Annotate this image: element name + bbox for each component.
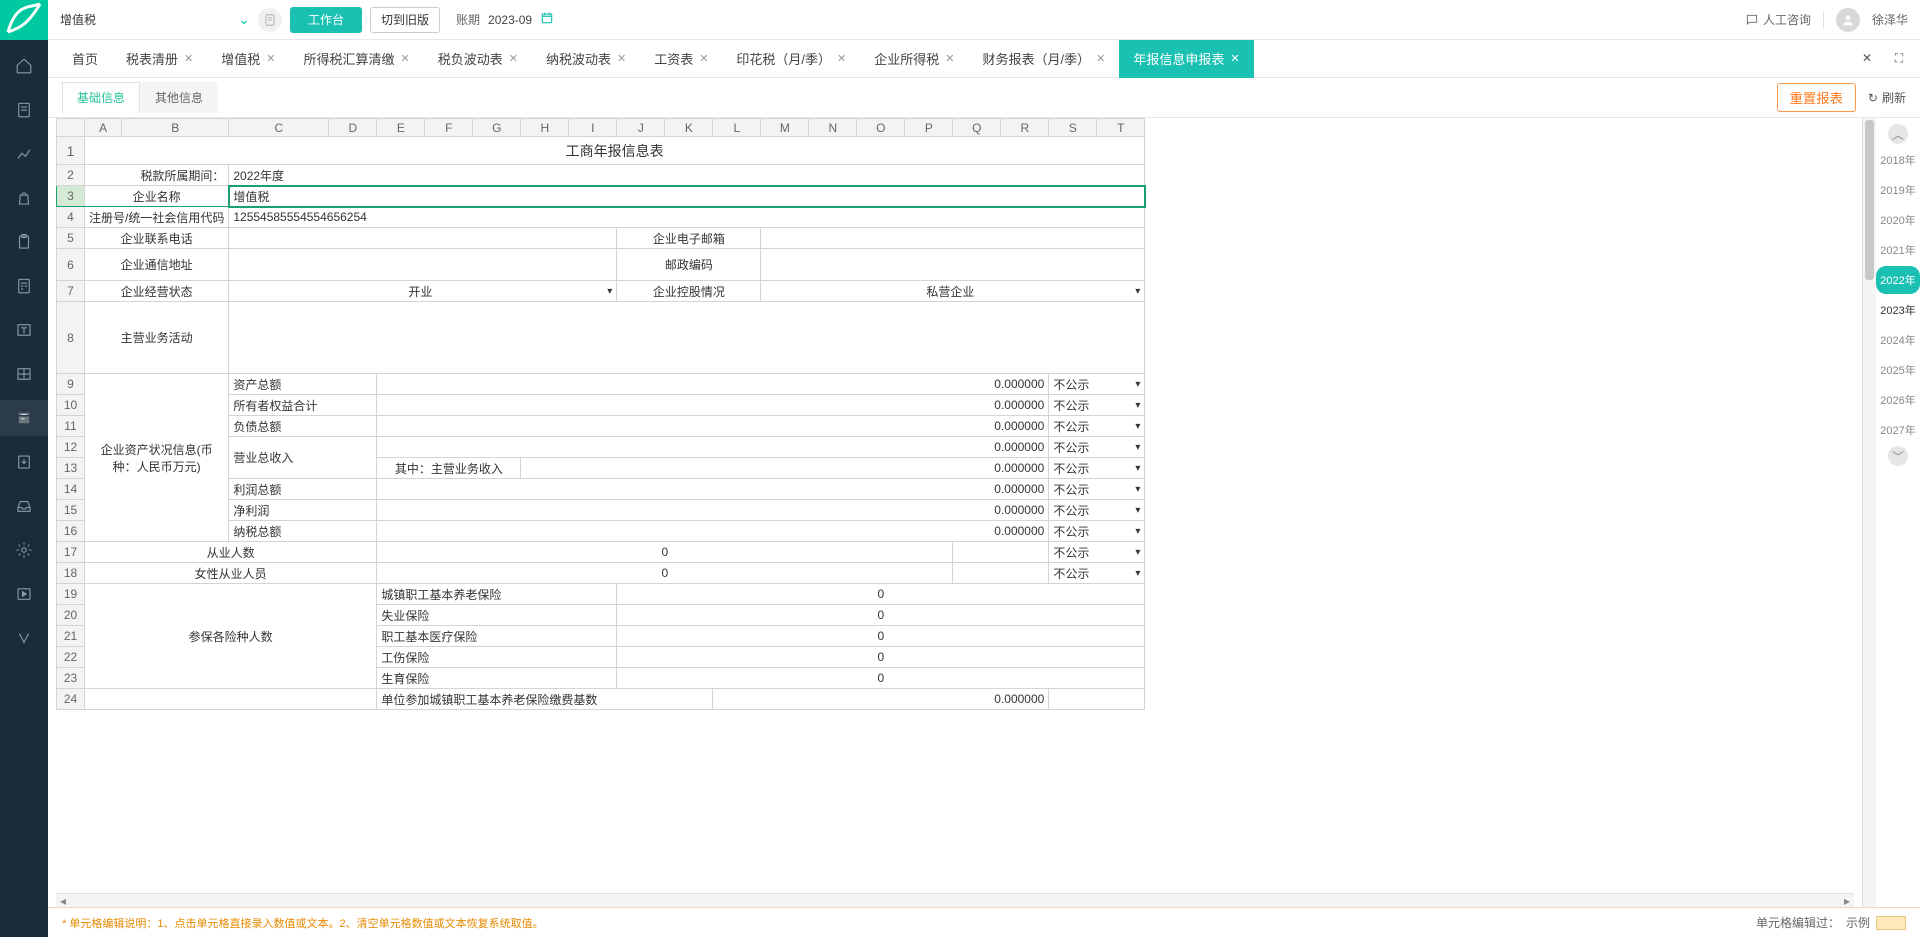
year-2018[interactable]: 2018年 (1876, 146, 1919, 174)
period-value[interactable]: 2023-09 (488, 13, 532, 27)
close-icon[interactable]: ✕ (401, 52, 410, 65)
tab-vat[interactable]: 增值税✕ (207, 40, 289, 78)
nav-play-icon[interactable] (0, 576, 48, 612)
nav-calc-icon[interactable] (0, 268, 48, 304)
nav-t-icon[interactable] (0, 312, 48, 348)
user-name[interactable]: 徐泽华 (1872, 11, 1908, 28)
year-2021[interactable]: 2021年 (1876, 236, 1919, 264)
expand-icon[interactable]: ⛶ (1888, 51, 1910, 66)
close-icon[interactable]: ✕ (1096, 52, 1105, 65)
nav-doc-icon[interactable] (0, 92, 48, 128)
caret-down-icon: ▾ (607, 286, 612, 297)
scroll-right-icon[interactable]: ▸ (1840, 894, 1854, 908)
tab-income-settle[interactable]: 所得税汇算清缴✕ (289, 40, 423, 78)
edit-legend-example: 示例 (1846, 914, 1870, 931)
tab-tax-list[interactable]: 税表清册✕ (112, 40, 207, 78)
year-down-button[interactable]: ﹀ (1888, 446, 1908, 466)
close-all-icon[interactable]: ✕ (1856, 51, 1878, 66)
tab-tax-burden[interactable]: 税负波动表✕ (424, 40, 532, 78)
scroll-thumb[interactable] (1865, 120, 1874, 280)
caret-down-icon: ▾ (1135, 286, 1140, 297)
close-icon[interactable]: ✕ (617, 52, 626, 65)
close-icon[interactable]: ✕ (945, 52, 954, 65)
app-logo (0, 0, 48, 40)
nav-bag-icon[interactable] (0, 180, 48, 216)
year-2025[interactable]: 2025年 (1876, 356, 1919, 384)
tab-home[interactable]: 首页 (58, 40, 112, 78)
subtab-basic[interactable]: 基础信息 (62, 82, 140, 113)
tab-tax-pay[interactable]: 纳税波动表✕ (532, 40, 640, 78)
refresh-button[interactable]: ↻ 刷新 (1868, 89, 1906, 106)
year-2019[interactable]: 2019年 (1876, 176, 1919, 204)
corner-cell[interactable] (57, 119, 85, 137)
refresh-icon: ↻ (1868, 91, 1878, 105)
workspace-button[interactable]: 工作台 (290, 7, 362, 33)
company-name-cell[interactable]: 增值税 (229, 186, 1145, 207)
nav-grid-icon[interactable] (0, 356, 48, 392)
nav-inbox-icon[interactable] (0, 488, 48, 524)
year-2022[interactable]: 2022年 (1876, 266, 1919, 294)
spreadsheet[interactable]: ABC DEF GHI JKL MNO PQR ST 1工商年报信息表 (56, 118, 1854, 893)
nav-v-icon[interactable] (0, 620, 48, 656)
company-name: 增值税 (60, 11, 96, 28)
nav-report-icon[interactable] (0, 400, 48, 436)
edit-swatch (1876, 916, 1906, 930)
sub-toolbar: 基础信息 其他信息 重置报表 ↻ 刷新 (48, 78, 1920, 118)
year-up-button[interactable]: ︿ (1888, 124, 1908, 144)
calendar-icon[interactable] (540, 11, 554, 28)
year-2026[interactable]: 2026年 (1876, 386, 1919, 414)
year-2024[interactable]: 2024年 (1876, 326, 1919, 354)
close-icon[interactable]: ✕ (184, 52, 193, 65)
horizontal-scrollbar[interactable]: ◂ ▸ (56, 893, 1854, 907)
edit-legend-label: 单元格编辑过： (1756, 914, 1840, 931)
period-label: 账期 (456, 11, 480, 28)
switch-old-button[interactable]: 切到旧版 (370, 7, 440, 33)
sheet-title: 工商年报信息表 (85, 137, 1145, 165)
tabs-bar: 首页 税表清册✕ 增值税✕ 所得税汇算清缴✕ 税负波动表✕ 纳税波动表✕ 工资表… (48, 40, 1920, 78)
holding-select[interactable]: 私营企业▾ (761, 281, 1145, 302)
tab-salary[interactable]: 工资表✕ (640, 40, 722, 78)
note-button[interactable] (258, 8, 282, 32)
topbar: 增值税 ⌄ 工作台 切到旧版 账期 2023-09 人工咨询 (48, 0, 1920, 40)
business-status-select[interactable]: 开业▾ (229, 281, 617, 302)
year-2027[interactable]: 2027年 (1876, 416, 1919, 444)
year-2023[interactable]: 2023年 (1876, 296, 1919, 324)
subtab-other[interactable]: 其他信息 (140, 82, 218, 113)
tab-annual-report[interactable]: 年报信息申报表✕ (1119, 40, 1253, 78)
nav-settings-icon[interactable] (0, 532, 48, 568)
scroll-left-icon[interactable]: ◂ (56, 894, 70, 908)
year-2020[interactable]: 2020年 (1876, 206, 1919, 234)
close-icon[interactable]: ✕ (699, 52, 708, 65)
nav-chart-icon[interactable] (0, 136, 48, 172)
year-rail: ︿ 2018年 2019年 2020年 2021年 2022年 2023年 20… (1876, 118, 1920, 907)
tab-financial[interactable]: 财务报表（月/季）✕ (969, 40, 1120, 78)
tab-stamp[interactable]: 印花税（月/季）✕ (722, 40, 860, 78)
footer-note: * 单元格编辑说明：1、点击单元格直接录入数值或文本。2、清空单元格数值或文本恢… (62, 915, 544, 931)
sidebar (0, 0, 48, 937)
close-icon[interactable]: ✕ (1230, 52, 1239, 65)
close-icon[interactable]: ✕ (509, 52, 518, 65)
chevron-down-icon: ⌄ (238, 11, 250, 28)
footer: * 单元格编辑说明：1、点击单元格直接录入数值或文本。2、清空单元格数值或文本恢… (48, 907, 1920, 937)
vertical-scrollbar[interactable] (1862, 118, 1876, 907)
nav-export-icon[interactable] (0, 444, 48, 480)
nav-home-icon[interactable] (0, 48, 48, 84)
avatar[interactable] (1836, 8, 1860, 32)
help-link[interactable]: 人工咨询 (1745, 11, 1811, 28)
close-icon[interactable]: ✕ (266, 52, 275, 65)
company-selector[interactable]: 增值税 ⌄ (60, 11, 250, 28)
close-icon[interactable]: ✕ (837, 52, 846, 65)
nav-clipboard-icon[interactable] (0, 224, 48, 260)
tab-corp-income[interactable]: 企业所得税✕ (860, 40, 968, 78)
reset-button[interactable]: 重置报表 (1777, 83, 1856, 112)
column-headers: ABC DEF GHI JKL MNO PQR ST (57, 119, 1145, 137)
